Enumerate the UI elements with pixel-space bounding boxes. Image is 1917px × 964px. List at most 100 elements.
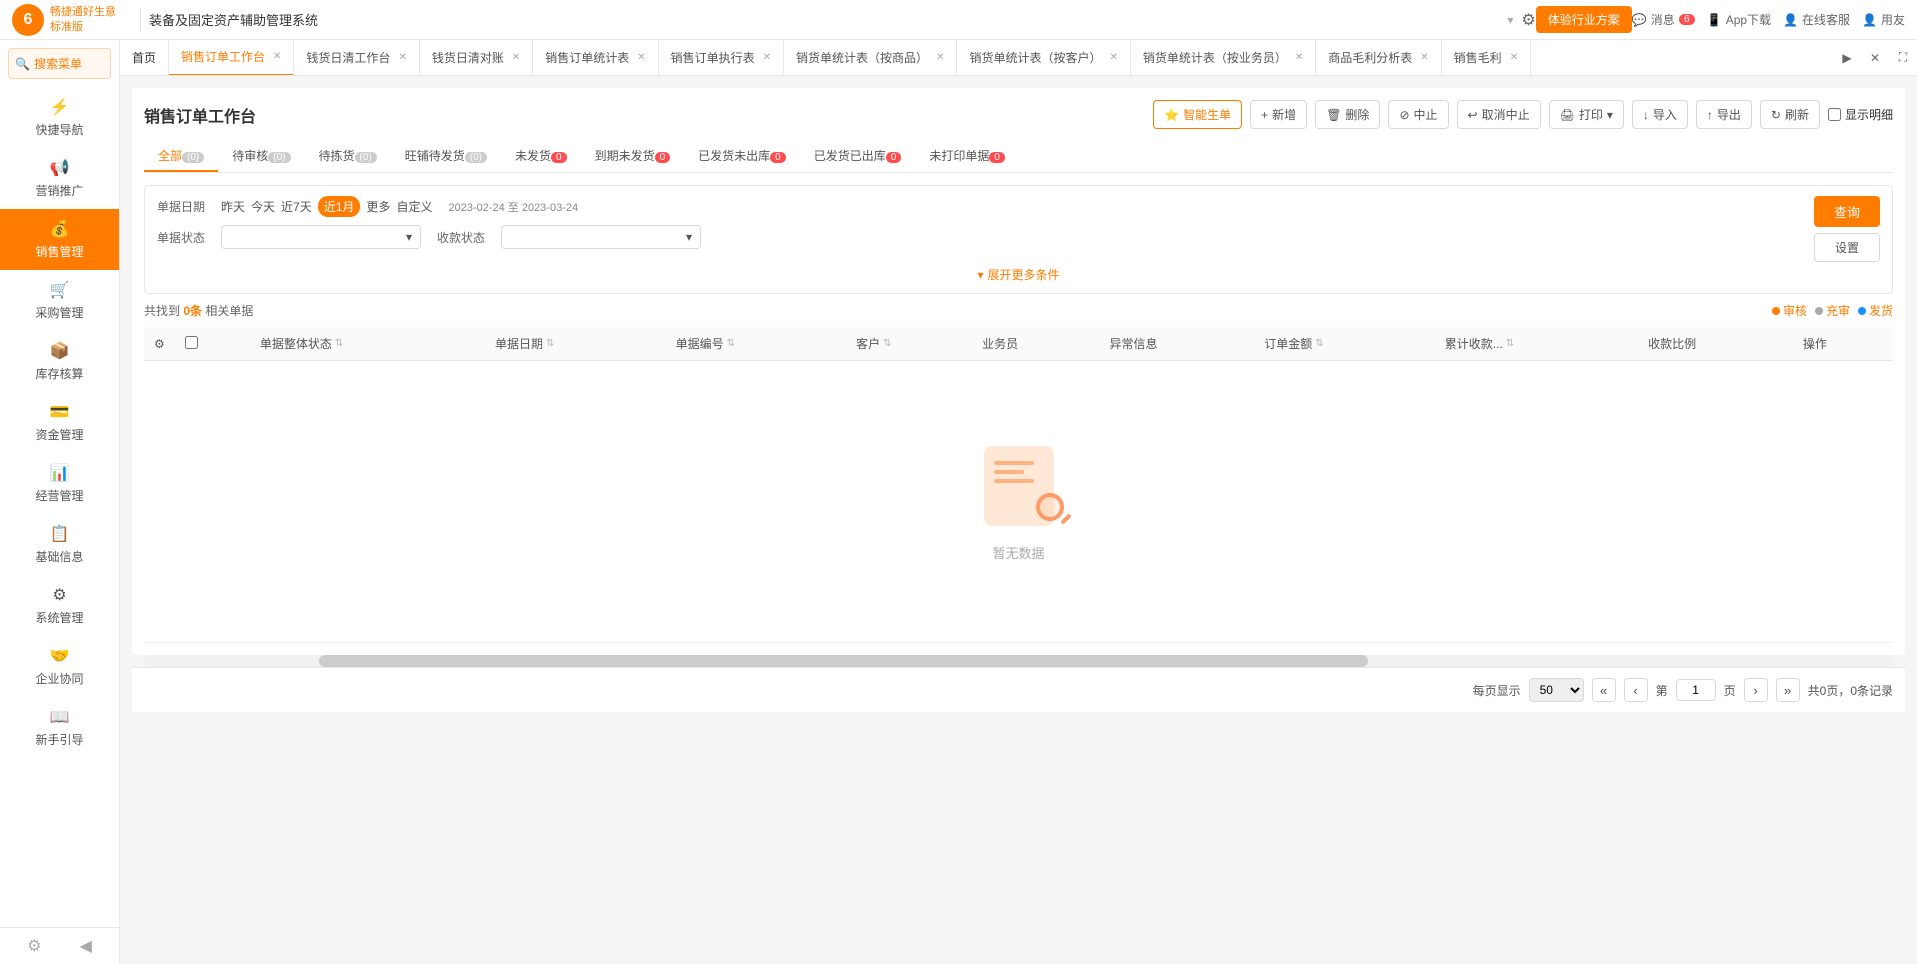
cancel-stop-button[interactable]: ↩ 取消中止 xyxy=(1457,100,1541,129)
payment-select[interactable]: ▾ xyxy=(501,225,701,249)
column-settings-icon[interactable]: ⚙ xyxy=(154,337,165,351)
subtab-pending-pick[interactable]: 待拣货(0) xyxy=(305,141,391,172)
tab-sales-workbench[interactable]: 销售订单工作台 ✕ xyxy=(169,40,294,76)
tab-reconcile[interactable]: 钱货日清对账 ✕ xyxy=(420,40,533,76)
card-icon: 💳 xyxy=(50,402,70,422)
tab-home[interactable]: 首页 xyxy=(120,40,169,76)
tab-close-icon-9[interactable]: ✕ xyxy=(1420,52,1428,63)
prev-page-button[interactable]: ‹ xyxy=(1624,678,1648,702)
subtab-overdue-not-shipped[interactable]: 到期未发货0 xyxy=(581,141,685,172)
date-range-display: 2023-02-24 至 2023-03-24 xyxy=(448,199,578,215)
scrollbar-thumb[interactable] xyxy=(319,655,1368,667)
delete-button[interactable]: 🗑 删除 xyxy=(1315,100,1380,129)
sidebar-settings-icon[interactable]: ⚙ xyxy=(27,936,41,956)
tab-close-icon-3[interactable]: ✕ xyxy=(512,52,520,63)
query-button[interactable]: 查询 xyxy=(1814,196,1880,227)
sidebar-item-marketing[interactable]: 📢 营销推广 xyxy=(0,148,119,209)
tab-close-icon-7[interactable]: ✕ xyxy=(1109,52,1117,63)
date-opt-1month[interactable]: 近1月 xyxy=(318,196,361,217)
stop-button[interactable]: ⊘ 中止 xyxy=(1388,100,1448,129)
date-opt-7days[interactable]: 近7天 xyxy=(281,198,312,215)
tab-close-all-icon[interactable]: ✕ xyxy=(1861,44,1889,72)
print-button[interactable]: 🖨 打印 ▾ xyxy=(1549,100,1624,129)
smart-create-button[interactable]: ⭐ 智能生单 xyxy=(1153,100,1242,129)
tab-order-stats[interactable]: 销售订单统计表 ✕ xyxy=(533,40,658,76)
sort-icon-received[interactable]: ⇅ xyxy=(1506,338,1514,349)
date-opt-more[interactable]: 更多 xyxy=(366,198,390,215)
megaphone-icon: 📢 xyxy=(50,158,70,178)
tab-sales-stats-product[interactable]: 销货单统计表（按商品） ✕ xyxy=(784,40,957,76)
tab-close-icon[interactable]: ✕ xyxy=(273,51,281,62)
show-detail-checkbox[interactable] xyxy=(1828,108,1841,121)
tab-close-icon-5[interactable]: ✕ xyxy=(763,52,771,63)
filter-setting-button[interactable]: 设置 xyxy=(1814,233,1880,262)
page-number-input[interactable] xyxy=(1676,679,1716,701)
export-button[interactable]: ↑ 导出 xyxy=(1696,100,1752,129)
status-select[interactable]: ▾ xyxy=(221,225,421,249)
sort-icon-customer[interactable]: ⇅ xyxy=(883,338,891,349)
tab-close-icon-6[interactable]: ✕ xyxy=(936,52,944,63)
date-opt-yesterday[interactable]: 昨天 xyxy=(221,198,245,215)
sidebar-item-system[interactable]: ⚙ 系统管理 xyxy=(0,575,119,636)
subtab-pending-review[interactable]: 待审核(0) xyxy=(218,141,304,172)
sort-icon-number[interactable]: ⇅ xyxy=(727,338,735,349)
user-menu-button[interactable]: 👤 用友 xyxy=(1862,11,1905,28)
refresh-button[interactable]: ↻ 刷新 xyxy=(1760,100,1820,129)
expand-filter-button[interactable]: ▾ 展开更多条件 xyxy=(977,266,1059,283)
subtab-shipped-not-out[interactable]: 已发货未出库0 xyxy=(684,141,800,172)
tab-sales-margin[interactable]: 销售毛利 ✕ xyxy=(1442,40,1531,76)
subtab-wangpu-pending[interactable]: 旺铺待发货(0) xyxy=(391,141,501,172)
audit-button[interactable]: 审核 xyxy=(1772,302,1807,319)
date-opt-today[interactable]: 今天 xyxy=(251,198,275,215)
horizontal-scrollbar[interactable] xyxy=(144,655,1893,667)
tab-maximize-icon[interactable]: ⛶ xyxy=(1889,44,1917,72)
subtab-all[interactable]: 全部(0) xyxy=(144,141,218,172)
th-amount: 订单金额 ⇅ xyxy=(1254,327,1435,361)
dropdown-icon[interactable]: ▾ xyxy=(1507,13,1513,27)
sidebar-item-guide[interactable]: 📖 新手引导 xyxy=(0,697,119,758)
sidebar-item-finance[interactable]: 💳 资金管理 xyxy=(0,392,119,453)
tab-sales-stats-customer[interactable]: 销货单统计表（按客户） ✕ xyxy=(957,40,1130,76)
new-button[interactable]: + 新增 xyxy=(1250,100,1307,129)
online-service-button[interactable]: 👤 在线客服 xyxy=(1783,11,1850,28)
tab-close-icon-2[interactable]: ✕ xyxy=(398,52,406,63)
sidebar-collapse-icon[interactable]: ◀ xyxy=(80,936,92,956)
last-page-button[interactable]: » xyxy=(1776,678,1800,702)
tab-close-icon-4[interactable]: ✕ xyxy=(637,52,645,63)
industry-button[interactable]: 体验行业方案 xyxy=(1536,6,1632,33)
date-opt-custom[interactable]: 自定义 xyxy=(396,198,432,215)
sort-icon-date[interactable]: ⇅ xyxy=(546,338,554,349)
tab-close-icon-10[interactable]: ✕ xyxy=(1510,52,1518,63)
tab-sales-stats-staff[interactable]: 销货单统计表（按业务员） ✕ xyxy=(1131,40,1316,76)
sidebar-item-purchase[interactable]: 🛒 采购管理 xyxy=(0,270,119,331)
next-page-button[interactable]: › xyxy=(1744,678,1768,702)
sidebar-item-quick-nav[interactable]: ⚡ 快捷导航 xyxy=(0,87,119,148)
ship-button[interactable]: 发货 xyxy=(1858,302,1893,319)
sidebar-item-basic-info[interactable]: 📋 基础信息 xyxy=(0,514,119,575)
message-button[interactable]: 💬 消息 6 xyxy=(1632,11,1695,28)
sort-icon-status[interactable]: ⇅ xyxy=(335,338,343,349)
unadit-button[interactable]: 充审 xyxy=(1815,302,1850,319)
sidebar-item-inventory[interactable]: 📦 库存核算 xyxy=(0,331,119,392)
table-container: ⚙ 单据整体状态 ⇅ xyxy=(144,327,1893,643)
search-menu-button[interactable]: 🔍 搜索菜单 xyxy=(8,48,111,79)
gear-icon[interactable]: ⚙ xyxy=(1521,10,1535,30)
sort-icon-amount[interactable]: ⇅ xyxy=(1315,338,1323,349)
tab-close-icon-8[interactable]: ✕ xyxy=(1295,52,1303,63)
subtab-not-printed[interactable]: 未打印单据0 xyxy=(915,141,1019,172)
tab-order-exec[interactable]: 销售订单执行表 ✕ xyxy=(659,40,784,76)
tab-daily-clear[interactable]: 钱货日清工作台 ✕ xyxy=(294,40,419,76)
subtab-shipped-out[interactable]: 已发货已出库0 xyxy=(800,141,916,172)
select-all-checkbox[interactable] xyxy=(185,336,198,349)
sidebar-item-sales[interactable]: 💰 销售管理 xyxy=(0,209,119,270)
sidebar-item-cooperation[interactable]: 🤝 企业协同 xyxy=(0,636,119,697)
sidebar-item-operations[interactable]: 📊 经营管理 xyxy=(0,453,119,514)
import-button[interactable]: ↓ 导入 xyxy=(1632,100,1688,129)
show-detail-label[interactable]: 显示明细 xyxy=(1828,106,1893,123)
per-page-select[interactable]: 50 100 200 xyxy=(1529,678,1584,702)
tab-margin-analysis[interactable]: 商品毛利分析表 ✕ xyxy=(1316,40,1441,76)
subtab-not-shipped[interactable]: 未发货0 xyxy=(501,141,581,172)
first-page-button[interactable]: « xyxy=(1592,678,1616,702)
app-download-button[interactable]: 📱 App下载 xyxy=(1707,11,1771,28)
tab-scroll-right-icon[interactable]: ▶ xyxy=(1833,44,1861,72)
